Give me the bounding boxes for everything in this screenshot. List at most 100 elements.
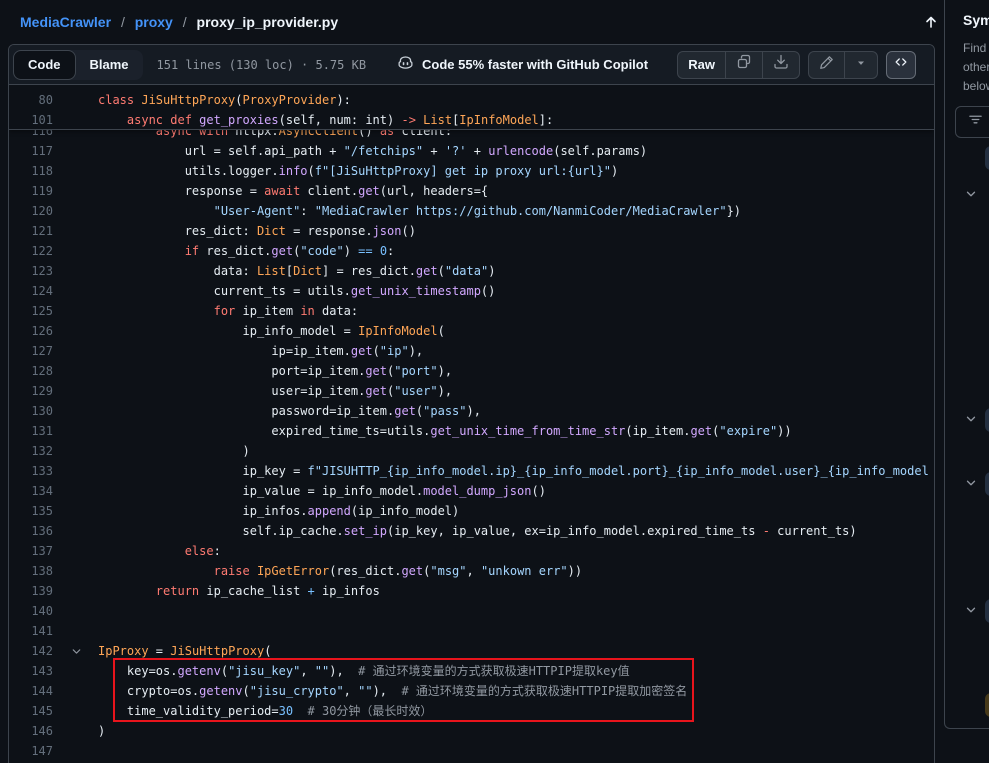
line-number[interactable]: 143 <box>9 661 61 681</box>
line-number[interactable]: 119 <box>9 181 61 201</box>
raw-button[interactable]: Raw <box>678 52 725 78</box>
code-line: 133 ip_key = f"JISUHTTP_{ip_info_model.i… <box>9 461 934 481</box>
code-blame-switcher: Code Blame <box>13 50 143 80</box>
code-line: 124 current_ts = utils.get_unix_timestam… <box>9 281 934 301</box>
line-number[interactable]: 120 <box>9 201 61 221</box>
expander-slot <box>61 110 98 130</box>
line-number[interactable]: 80 <box>9 90 61 110</box>
line-number[interactable]: 137 <box>9 541 61 561</box>
line-number[interactable]: 101 <box>9 110 61 130</box>
download-raw-file-button[interactable] <box>762 52 799 78</box>
line-number[interactable]: 144 <box>9 681 61 701</box>
line-number[interactable]: 133 <box>9 461 61 481</box>
breadcrumb-separator: / <box>183 14 187 30</box>
edit-file-button[interactable] <box>809 52 844 78</box>
line-number[interactable]: 135 <box>9 501 61 521</box>
line-number[interactable]: 122 <box>9 241 61 261</box>
expander-slot <box>61 90 98 110</box>
line-number[interactable]: 127 <box>9 341 61 361</box>
symbol-highlight-pill[interactable] <box>985 599 989 623</box>
expander-slot <box>61 541 98 561</box>
edit-dropdown-button[interactable] <box>844 52 877 78</box>
line-number[interactable]: 145 <box>9 701 61 721</box>
line-number[interactable]: 140 <box>9 601 61 621</box>
line-number[interactable]: 134 <box>9 481 61 501</box>
expander-slot <box>61 561 98 581</box>
line-number[interactable]: 147 <box>9 741 61 761</box>
line-number[interactable]: 132 <box>9 441 61 461</box>
code-text: key=os.getenv("jisu_key", ""), # 通过环境变量的… <box>98 661 630 681</box>
line-number[interactable]: 126 <box>9 321 61 341</box>
code-text: if res_dict.get("code") == 0: <box>98 241 394 261</box>
file-meta-info: 151 lines (130 loc) · 5.75 KB <box>157 58 367 72</box>
chevron-down-icon[interactable] <box>964 187 978 201</box>
code-text: port=ip_item.get("port"), <box>98 361 452 381</box>
line-number[interactable]: 142 <box>9 641 61 661</box>
symbol-highlight-pill[interactable] <box>985 146 989 170</box>
symbols-panel-toggle-button[interactable] <box>886 51 916 79</box>
symbol-highlight-pill[interactable] <box>985 472 989 496</box>
code-line: 80class JiSuHttpProxy(ProxyProvider): <box>9 90 934 110</box>
code-text: utils.logger.info(f"[JiSuHttpProxy] get … <box>98 161 618 181</box>
code-line: 120 "User-Agent": "MediaCrawler https://… <box>9 201 934 221</box>
line-number[interactable]: 123 <box>9 261 61 281</box>
code-text: user=ip_item.get("user"), <box>98 381 452 401</box>
tab-code[interactable]: Code <box>13 50 76 80</box>
copy-raw-content-button[interactable] <box>725 52 762 78</box>
expander-slot <box>61 521 98 541</box>
line-number[interactable]: 121 <box>9 221 61 241</box>
code-text: IpProxy = JiSuHttpProxy( <box>98 641 271 661</box>
symbols-description-line: below <box>963 77 989 96</box>
code-line: 143 key=os.getenv("jisu_key", ""), # 通过环… <box>9 661 934 681</box>
code-text: self.ip_cache.set_ip(ip_key, ip_value, e… <box>98 521 857 541</box>
code-line: 144 crypto=os.getenv("jisu_crypto", ""),… <box>9 681 934 701</box>
toolbar-actions: Raw <box>677 51 916 79</box>
expander-slot <box>61 141 98 161</box>
line-number[interactable]: 125 <box>9 301 61 321</box>
arrow-up-icon <box>923 14 939 30</box>
download-icon <box>773 54 789 75</box>
caret-down-icon <box>855 56 867 74</box>
line-number[interactable]: 139 <box>9 581 61 601</box>
filter-icon <box>968 112 983 132</box>
line-number[interactable]: 136 <box>9 521 61 541</box>
line-number[interactable]: 118 <box>9 161 61 181</box>
line-number[interactable]: 117 <box>9 141 61 161</box>
tab-blame[interactable]: Blame <box>76 50 143 80</box>
expander-slot <box>61 381 98 401</box>
chevron-down-icon[interactable] <box>964 412 978 426</box>
symbols-description-line: Find <box>963 39 989 58</box>
expander-slot <box>61 701 98 721</box>
code-line: 147 <box>9 741 934 761</box>
sticky-scope-lines: 80class JiSuHttpProxy(ProxyProvider):101… <box>9 86 934 130</box>
symbol-highlight-pill[interactable] <box>985 408 989 432</box>
collapse-chevron-icon[interactable] <box>61 641 98 661</box>
line-number[interactable]: 129 <box>9 381 61 401</box>
code-text: for ip_item in data: <box>98 301 358 321</box>
line-number[interactable]: 128 <box>9 361 61 381</box>
symbol-highlight-pill[interactable] <box>985 693 989 717</box>
line-number[interactable]: 131 <box>9 421 61 441</box>
line-number[interactable]: 141 <box>9 621 61 641</box>
code-text: response = await client.get(url, headers… <box>98 181 488 201</box>
symbols-filter-input[interactable] <box>955 106 989 138</box>
expander-slot <box>61 321 98 341</box>
line-number[interactable]: 124 <box>9 281 61 301</box>
chevron-down-icon[interactable] <box>964 476 978 490</box>
line-number[interactable]: 146 <box>9 721 61 741</box>
breadcrumb-repo-link[interactable]: MediaCrawler <box>20 14 111 30</box>
breadcrumb-folder-link[interactable]: proxy <box>135 14 173 30</box>
expander-slot <box>61 661 98 681</box>
raw-copy-download-group: Raw <box>677 51 800 79</box>
code-text: else: <box>98 541 221 561</box>
line-number[interactable]: 138 <box>9 561 61 581</box>
copilot-banner[interactable]: Code 55% faster with GitHub Copilot <box>397 54 648 76</box>
chevron-down-icon[interactable] <box>964 603 978 617</box>
expander-slot <box>61 501 98 521</box>
code-line: 121 res_dict: Dict = response.json() <box>9 221 934 241</box>
code-line: 130 password=ip_item.get("pass"), <box>9 401 934 421</box>
code-line: 134 ip_value = ip_info_model.model_dump_… <box>9 481 934 501</box>
breadcrumb-bar: MediaCrawler / proxy / proxy_ip_provider… <box>8 0 935 44</box>
expander-slot <box>61 421 98 441</box>
line-number[interactable]: 130 <box>9 401 61 421</box>
